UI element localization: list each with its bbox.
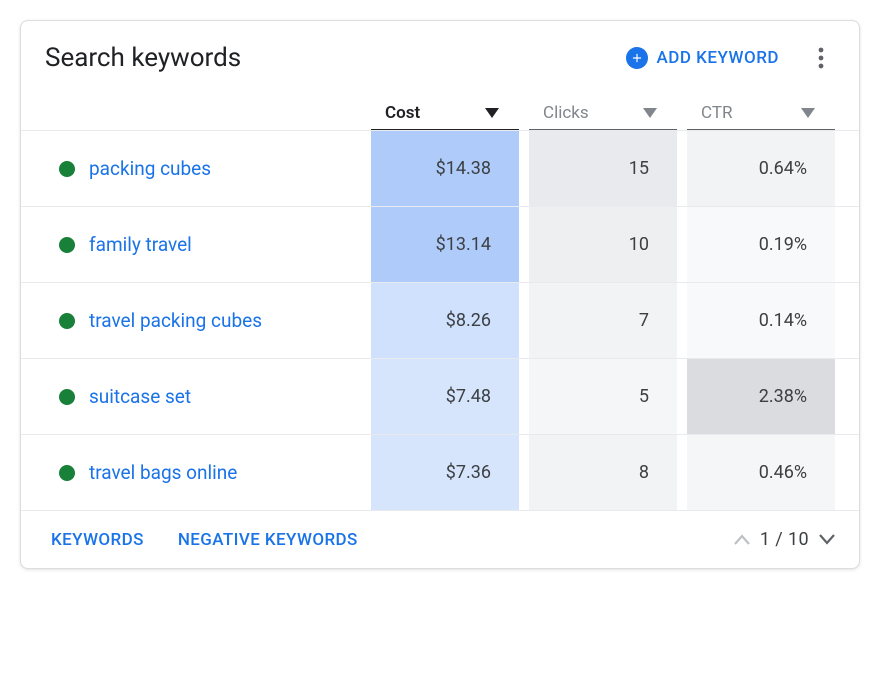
keyword-link[interactable]: travel bags online <box>89 461 237 484</box>
table-row: travel bags online $7.3680.46% <box>21 434 859 510</box>
card-footer: KEYWORDS NEGATIVE KEYWORDS 1 / 10 <box>21 510 859 568</box>
tab-negative-keywords[interactable]: NEGATIVE KEYWORDS <box>178 530 358 550</box>
table-row: travel packing cubes $8.2670.14% <box>21 282 859 358</box>
column-header-ctr-label: CTR <box>701 103 732 123</box>
clicks-cell: 7 <box>529 283 677 358</box>
keyword-link[interactable]: travel packing cubes <box>89 309 262 332</box>
clicks-cell: 5 <box>529 359 677 434</box>
keyword-link[interactable]: packing cubes <box>89 157 211 180</box>
search-keywords-card: Search keywords ADD KEYWORD Cost Clicks … <box>20 20 860 569</box>
clicks-cell: 8 <box>529 435 677 510</box>
column-header-cost-label: Cost <box>385 103 420 123</box>
table-row: family travel $13.14100.19% <box>21 206 859 282</box>
card-title: Search keywords <box>45 43 626 73</box>
status-enabled-icon <box>59 465 75 481</box>
cost-cell: $7.48 <box>371 359 519 434</box>
clicks-cell: 10 <box>529 207 677 282</box>
pager-text: 1 / 10 <box>760 529 809 550</box>
keyword-cell: suitcase set <box>21 359 371 434</box>
ctr-cell: 0.46% <box>687 435 835 510</box>
pager-prev-button[interactable] <box>734 529 750 550</box>
status-enabled-icon <box>59 161 75 177</box>
status-enabled-icon <box>59 313 75 329</box>
pager: 1 / 10 <box>734 529 835 550</box>
plus-circle-icon <box>626 47 648 69</box>
ctr-cell: 0.14% <box>687 283 835 358</box>
table-header: Cost Clicks CTR <box>21 87 859 130</box>
ctr-cell: 0.19% <box>687 207 835 282</box>
sort-desc-icon <box>485 103 499 123</box>
table-body: packing cubes $14.38150.64% family travel $… <box>21 130 859 510</box>
cost-cell: $8.26 <box>371 283 519 358</box>
card-header: Search keywords ADD KEYWORD <box>21 21 859 87</box>
ctr-cell: 0.64% <box>687 131 835 206</box>
add-keyword-label: ADD KEYWORD <box>656 48 779 68</box>
table-row: packing cubes $14.38150.64% <box>21 130 859 206</box>
clicks-cell: 15 <box>529 131 677 206</box>
tab-keywords[interactable]: KEYWORDS <box>51 530 144 550</box>
more-menu-button[interactable] <box>807 44 835 72</box>
cost-cell: $7.36 <box>371 435 519 510</box>
sort-icon <box>643 103 657 123</box>
status-enabled-icon <box>59 389 75 405</box>
keyword-cell: packing cubes <box>21 131 371 206</box>
column-header-clicks-label: Clicks <box>543 103 589 123</box>
cost-cell: $13.14 <box>371 207 519 282</box>
sort-icon <box>801 103 815 123</box>
ctr-cell: 2.38% <box>687 359 835 434</box>
column-header-ctr[interactable]: CTR <box>687 95 835 130</box>
cost-cell: $14.38 <box>371 131 519 206</box>
add-keyword-button[interactable]: ADD KEYWORD <box>626 47 779 69</box>
table-row: suitcase set $7.4852.38% <box>21 358 859 434</box>
keyword-link[interactable]: suitcase set <box>89 385 191 408</box>
column-header-clicks[interactable]: Clicks <box>529 95 677 130</box>
keyword-cell: travel packing cubes <box>21 283 371 358</box>
pager-next-button[interactable] <box>819 529 835 550</box>
keyword-cell: travel bags online <box>21 435 371 510</box>
status-enabled-icon <box>59 237 75 253</box>
keyword-link[interactable]: family travel <box>89 233 192 256</box>
column-header-cost[interactable]: Cost <box>371 95 519 130</box>
keyword-cell: family travel <box>21 207 371 282</box>
